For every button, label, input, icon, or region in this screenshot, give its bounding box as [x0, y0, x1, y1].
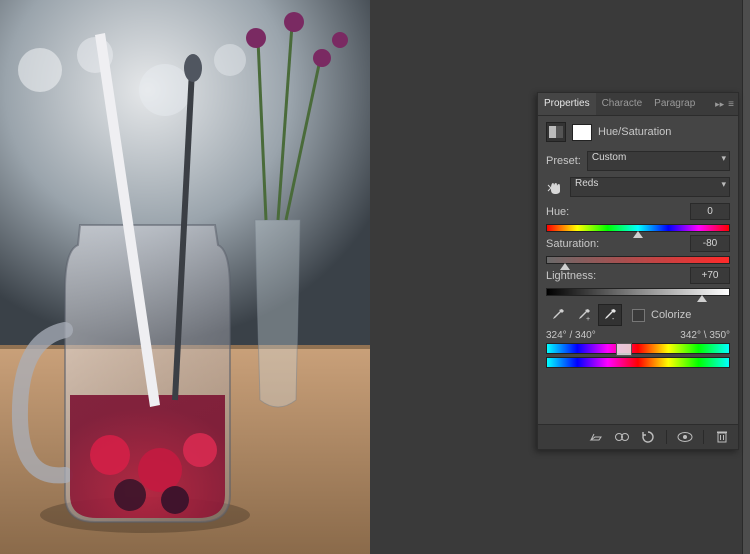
- reset-icon[interactable]: [640, 429, 656, 445]
- dock-edge: [742, 0, 750, 554]
- collapse-panel-icon[interactable]: ▸▸: [715, 99, 724, 110]
- hue-range-strip-top[interactable]: [546, 343, 730, 354]
- clip-to-layer-icon[interactable]: [588, 429, 604, 445]
- targeted-adjust-icon[interactable]: [546, 179, 564, 195]
- panel-menu-icon[interactable]: ≡: [728, 99, 734, 110]
- hue-slider[interactable]: [546, 224, 730, 232]
- saturation-value[interactable]: -80: [690, 235, 730, 252]
- color-range-select[interactable]: Reds: [570, 177, 730, 197]
- lightness-slider[interactable]: [546, 288, 730, 296]
- adjustment-thumb-icon: [546, 122, 566, 142]
- hue-label: Hue:: [546, 206, 690, 218]
- svg-text:-: -: [612, 316, 615, 322]
- hue-range-marker[interactable]: [616, 343, 632, 356]
- panel-tabs: Properties Characte Paragrap ▸▸ ≡: [538, 93, 738, 116]
- lightness-label: Lightness:: [546, 270, 690, 282]
- range-right-readout: 342° \ 350°: [680, 330, 730, 341]
- eyedropper-add-icon[interactable]: +: [572, 304, 596, 326]
- preset-label: Preset:: [546, 155, 581, 167]
- view-previous-state-icon[interactable]: [614, 429, 630, 445]
- eyedropper-subtract-icon[interactable]: -: [598, 304, 622, 326]
- colorize-checkbox[interactable]: [632, 309, 645, 322]
- hue-range-strip-bottom: [546, 357, 730, 368]
- panel-footer: [538, 424, 738, 449]
- range-left-readout: 324° / 340°: [546, 330, 596, 341]
- hue-value[interactable]: 0: [690, 203, 730, 220]
- adjustment-title: Hue/Saturation: [598, 126, 671, 138]
- tab-paragraph[interactable]: Paragrap: [648, 93, 701, 115]
- trash-icon[interactable]: [714, 429, 730, 445]
- eyedropper-icon[interactable]: [546, 304, 570, 326]
- layer-mask-thumb[interactable]: [572, 124, 592, 141]
- saturation-label: Saturation:: [546, 238, 690, 250]
- lightness-value[interactable]: +70: [690, 267, 730, 284]
- tab-character[interactable]: Characte: [596, 93, 649, 115]
- preset-select[interactable]: Custom: [587, 151, 730, 171]
- svg-text:+: +: [586, 316, 590, 322]
- saturation-slider[interactable]: [546, 256, 730, 264]
- canvas-photo: [0, 0, 370, 554]
- visibility-icon[interactable]: [677, 429, 693, 445]
- colorize-label: Colorize: [651, 309, 691, 321]
- tab-properties[interactable]: Properties: [538, 93, 596, 115]
- properties-panel: Properties Characte Paragrap ▸▸ ≡ Hue/Sa…: [537, 92, 739, 450]
